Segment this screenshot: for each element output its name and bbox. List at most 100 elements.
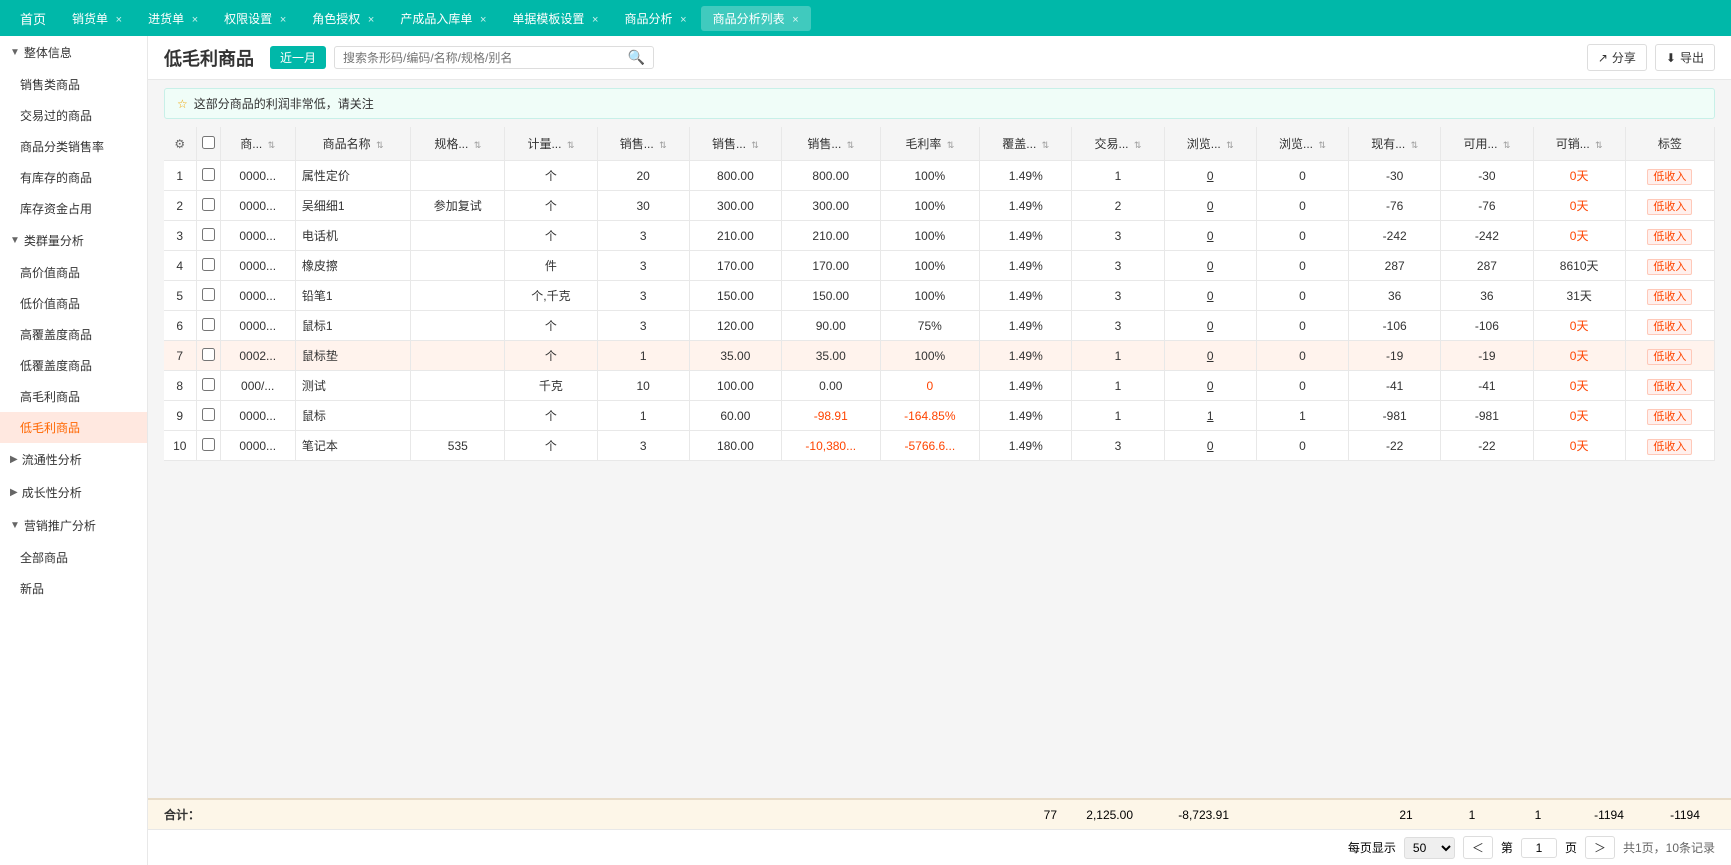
sort-icon-spec[interactable]: ⇅ <box>474 140 482 150</box>
row-name[interactable]: 电话机 <box>295 221 410 251</box>
row-checkbox-cell[interactable] <box>196 191 220 221</box>
row-browse1[interactable]: 0 <box>1164 191 1256 221</box>
row-checkbox-cell[interactable] <box>196 341 220 371</box>
prev-page-button[interactable]: ＜ <box>1463 836 1493 859</box>
row-name[interactable]: 鼠标1 <box>295 311 410 341</box>
nav-role-auth[interactable]: 角色授权 × <box>300 6 386 31</box>
row-checkbox[interactable] <box>202 408 215 421</box>
nav-product-inbound[interactable]: 产成品入库单 × <box>388 6 498 31</box>
sidebar-item-traded-goods[interactable]: 交易过的商品 <box>0 100 147 131</box>
row-checkbox[interactable] <box>202 258 215 271</box>
nav-close-analysis[interactable]: × <box>680 14 686 26</box>
row-checkbox[interactable] <box>202 318 215 331</box>
sort-icon-browse2[interactable]: ⇅ <box>1318 140 1326 150</box>
search-input[interactable] <box>343 51 628 65</box>
nav-close-sales[interactable]: × <box>116 14 122 26</box>
sidebar-section-circulation[interactable]: ▶ 流通性分析 <box>0 443 147 476</box>
nav-close-permissions[interactable]: × <box>280 14 286 26</box>
settings-icon[interactable]: ⚙ <box>174 137 185 151</box>
nav-permissions[interactable]: 权限设置 × <box>212 6 298 31</box>
share-button[interactable]: ↗ 分享 <box>1587 44 1647 71</box>
sort-icon-trade[interactable]: ⇅ <box>1134 140 1142 150</box>
sidebar-section-overall[interactable]: ▼ 整体信息 <box>0 36 147 69</box>
row-name[interactable]: 橡皮擦 <box>295 251 410 281</box>
sidebar-section-marketing[interactable]: ▼ 营销推广分析 <box>0 509 147 542</box>
col-settings[interactable]: ⚙ <box>164 127 196 161</box>
nav-template-settings[interactable]: 单据模板设置 × <box>500 6 610 31</box>
sidebar-item-high-coverage[interactable]: 高覆盖度商品 <box>0 319 147 350</box>
nav-product-analysis-list[interactable]: 商品分析列表 × <box>701 6 811 31</box>
search-box[interactable]: 🔍 <box>334 46 654 69</box>
nav-close-role[interactable]: × <box>368 14 374 26</box>
sidebar-section-cluster[interactable]: ▼ 类群量分析 <box>0 224 147 257</box>
row-browse1[interactable]: 0 <box>1164 341 1256 371</box>
row-name[interactable]: 鼠标 <box>295 401 410 431</box>
row-browse1[interactable]: 0 <box>1164 311 1256 341</box>
next-page-button[interactable]: ＞ <box>1585 836 1615 859</box>
sidebar-item-high-margin[interactable]: 高毛利商品 <box>0 381 147 412</box>
row-checkbox-cell[interactable] <box>196 161 220 191</box>
row-name[interactable]: 鼠标垫 <box>295 341 410 371</box>
sidebar-item-sales-goods[interactable]: 销售类商品 <box>0 69 147 100</box>
row-checkbox[interactable] <box>202 438 215 451</box>
sort-icon-name[interactable]: ⇅ <box>376 140 384 150</box>
sort-icon-unit[interactable]: ⇅ <box>567 140 575 150</box>
row-browse1[interactable]: 0 <box>1164 431 1256 461</box>
row-checkbox-cell[interactable] <box>196 281 220 311</box>
nav-close-template[interactable]: × <box>592 14 598 26</box>
row-checkbox-cell[interactable] <box>196 311 220 341</box>
row-browse1[interactable]: 0 <box>1164 161 1256 191</box>
row-name[interactable]: 属性定价 <box>295 161 410 191</box>
row-checkbox-cell[interactable] <box>196 431 220 461</box>
row-checkbox-cell[interactable] <box>196 221 220 251</box>
row-browse1[interactable]: 0 <box>1164 371 1256 401</box>
page-number-input[interactable] <box>1521 838 1557 858</box>
per-page-select[interactable]: 50 100 200 <box>1404 837 1455 859</box>
sort-icon-stock-now[interactable]: ⇅ <box>1411 140 1419 150</box>
row-checkbox[interactable] <box>202 348 215 361</box>
row-checkbox[interactable] <box>202 168 215 181</box>
nav-sales-order[interactable]: 销货单 × <box>60 6 134 31</box>
row-checkbox-cell[interactable] <box>196 251 220 281</box>
export-button[interactable]: ⬇ 导出 <box>1655 44 1715 71</box>
nav-close-analysis-list[interactable]: × <box>792 14 798 26</box>
row-checkbox-cell[interactable] <box>196 371 220 401</box>
row-name[interactable]: 铅笔1 <box>295 281 410 311</box>
sidebar-item-all-goods[interactable]: 全部商品 <box>0 542 147 573</box>
sort-icon-price[interactable]: ⇅ <box>751 140 759 150</box>
sidebar-section-growth[interactable]: ▶ 成长性分析 <box>0 476 147 509</box>
sidebar-item-low-coverage[interactable]: 低覆盖度商品 <box>0 350 147 381</box>
nav-home[interactable]: 首页 <box>8 5 58 32</box>
sort-icon-stock-avail[interactable]: ⇅ <box>1503 140 1511 150</box>
row-name[interactable]: 测试 <box>295 371 410 401</box>
table-container[interactable]: ⚙ 商... ⇅ 商品名称 ⇅ <box>164 127 1715 798</box>
row-name[interactable]: 吴细细1 <box>295 191 410 221</box>
nav-purchase-order[interactable]: 进货单 × <box>136 6 210 31</box>
row-checkbox[interactable] <box>202 288 215 301</box>
filter-month-button[interactable]: 近一月 <box>270 46 326 69</box>
sidebar-item-new-goods[interactable]: 新品 <box>0 573 147 604</box>
nav-product-analysis[interactable]: 商品分析 × <box>612 6 698 31</box>
row-checkbox[interactable] <box>202 198 215 211</box>
nav-close-purchase[interactable]: × <box>192 14 198 26</box>
sort-icon[interactable]: ⇅ <box>268 140 276 150</box>
row-browse1[interactable]: 0 <box>1164 221 1256 251</box>
sidebar-item-low-value[interactable]: 低价值商品 <box>0 288 147 319</box>
row-browse1[interactable]: 0 <box>1164 251 1256 281</box>
sidebar-item-category-rate[interactable]: 商品分类销售率 <box>0 131 147 162</box>
row-name[interactable]: 笔记本 <box>295 431 410 461</box>
sort-icon-margin[interactable]: ⇅ <box>947 140 955 150</box>
sidebar-item-stock-fund[interactable]: 库存资金占用 <box>0 193 147 224</box>
sort-icon-browse1[interactable]: ⇅ <box>1226 140 1234 150</box>
sidebar-item-low-margin[interactable]: 低毛利商品 <box>0 412 147 443</box>
sort-icon-profit[interactable]: ⇅ <box>847 140 855 150</box>
row-checkbox-cell[interactable] <box>196 401 220 431</box>
row-checkbox[interactable] <box>202 228 215 241</box>
sidebar-item-high-value[interactable]: 高价值商品 <box>0 257 147 288</box>
sort-icon-coverage[interactable]: ⇅ <box>1042 140 1050 150</box>
sort-icon-qty[interactable]: ⇅ <box>659 140 667 150</box>
col-checkbox-all[interactable] <box>196 127 220 161</box>
row-browse1[interactable]: 1 <box>1164 401 1256 431</box>
sidebar-item-stock-goods[interactable]: 有库存的商品 <box>0 162 147 193</box>
select-all-checkbox[interactable] <box>202 136 215 149</box>
